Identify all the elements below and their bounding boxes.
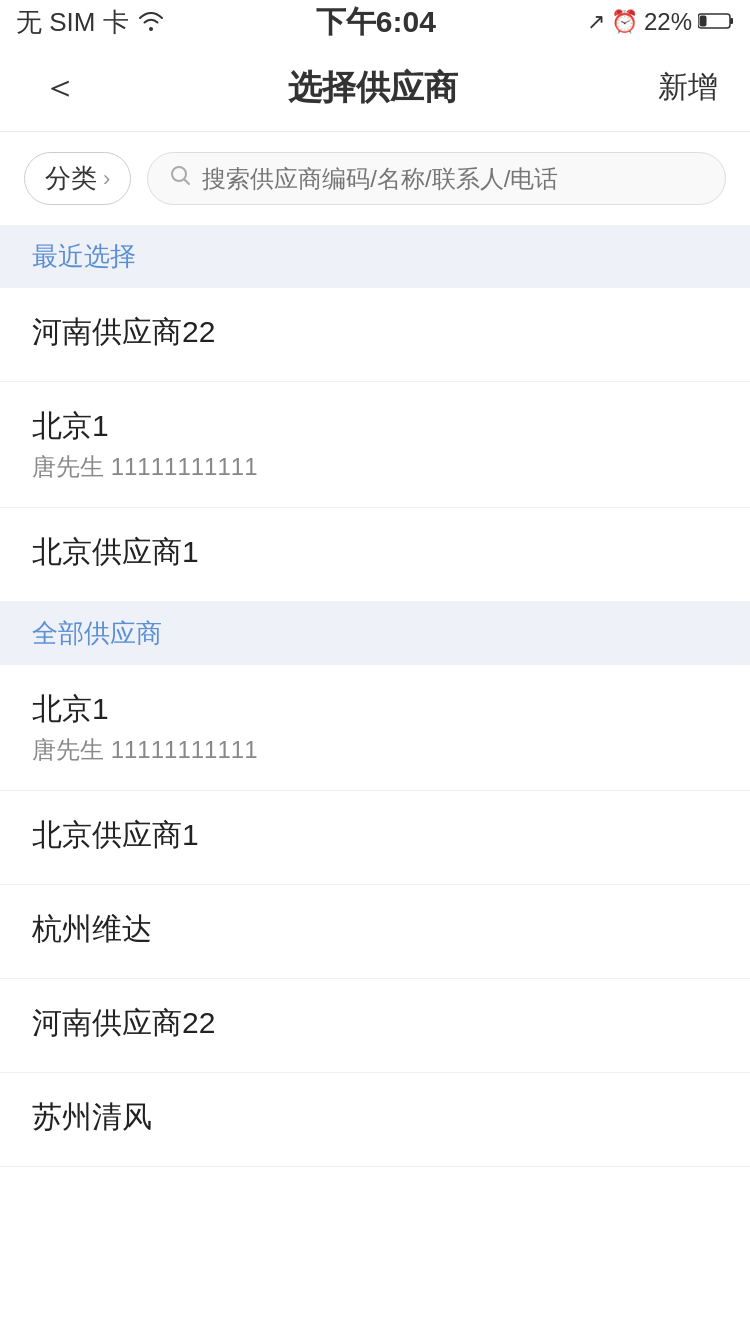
item-name: 北京1 xyxy=(32,406,718,447)
item-name: 北京1 xyxy=(32,689,718,730)
status-left: 无 SIM 卡 xyxy=(16,5,165,40)
list-item[interactable]: 苏州清风 xyxy=(0,1073,750,1167)
chevron-right-icon: › xyxy=(103,166,110,192)
list-item[interactable]: 河南供应商22 xyxy=(0,288,750,382)
search-icon xyxy=(168,163,192,194)
battery-text: 22% xyxy=(644,8,692,36)
item-sub: 唐先生 11111111111 xyxy=(32,734,718,766)
list-item[interactable]: 北京1 唐先生 11111111111 xyxy=(0,382,750,508)
no-sim-text: 无 SIM 卡 xyxy=(16,5,129,40)
wifi-icon xyxy=(137,7,165,38)
section-header-text-all: 全部供应商 xyxy=(32,618,162,648)
filter-bar: 分类 › xyxy=(0,132,750,225)
battery-icon xyxy=(698,8,734,36)
list-item[interactable]: 北京供应商1 xyxy=(0,791,750,885)
item-name: 河南供应商22 xyxy=(32,1003,718,1044)
list-container: 最近选择河南供应商22 北京1 唐先生 11111111111 北京供应商1 全部供应商… xyxy=(0,225,750,1167)
back-button[interactable]: ＜ xyxy=(32,53,88,122)
section-header-recent: 最近选择 xyxy=(0,225,750,288)
item-name: 河南供应商22 xyxy=(32,312,718,353)
page-title: 选择供应商 xyxy=(288,65,458,111)
status-right: ↗ ⏰ 22% xyxy=(587,8,734,36)
category-label: 分类 xyxy=(45,161,97,196)
nav-bar: ＜ 选择供应商 新增 xyxy=(0,44,750,132)
search-input[interactable] xyxy=(202,165,705,193)
item-name: 苏州清风 xyxy=(32,1097,718,1138)
svg-line-4 xyxy=(185,180,190,185)
svg-rect-2 xyxy=(699,16,706,27)
search-box[interactable] xyxy=(147,152,726,205)
list-item[interactable]: 杭州维达 xyxy=(0,885,750,979)
category-button[interactable]: 分类 › xyxy=(24,152,131,205)
item-name: 杭州维达 xyxy=(32,909,718,950)
alarm-icon: ⏰ xyxy=(611,9,638,35)
section-header-text-recent: 最近选择 xyxy=(32,241,136,271)
status-time: 下午6:04 xyxy=(316,2,436,43)
item-name: 北京供应商1 xyxy=(32,532,718,573)
list-item[interactable]: 北京1 唐先生 11111111111 xyxy=(0,665,750,791)
svg-rect-1 xyxy=(730,18,733,24)
location-icon: ↗ xyxy=(587,9,605,35)
section-header-all: 全部供应商 xyxy=(0,602,750,665)
item-name: 北京供应商1 xyxy=(32,815,718,856)
add-button[interactable]: 新增 xyxy=(658,67,718,108)
status-bar: 无 SIM 卡 下午6:04 ↗ ⏰ 22% xyxy=(0,0,750,44)
item-sub: 唐先生 11111111111 xyxy=(32,451,718,483)
list-item[interactable]: 河南供应商22 xyxy=(0,979,750,1073)
list-item[interactable]: 北京供应商1 xyxy=(0,508,750,602)
